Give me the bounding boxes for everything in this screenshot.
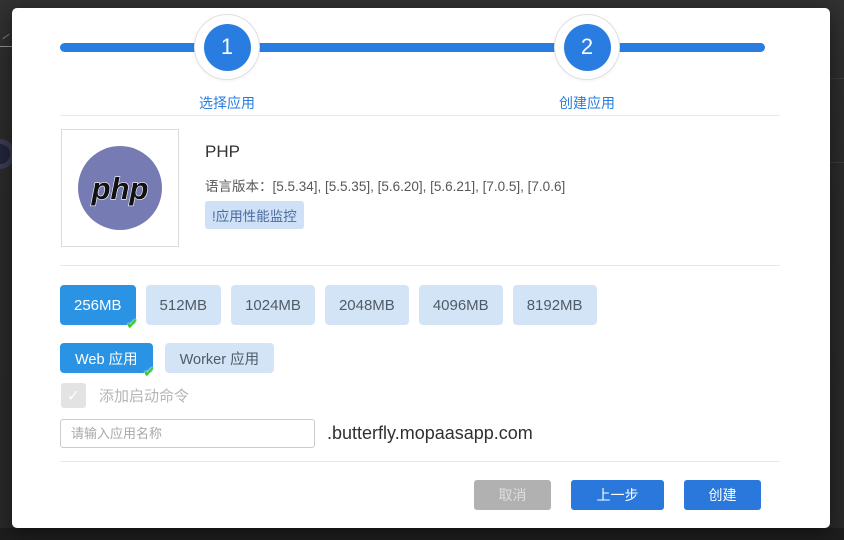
- memory-option-4096mb[interactable]: 4096MB: [418, 285, 503, 325]
- previous-step-button[interactable]: 上一步: [571, 480, 664, 510]
- app-performance-monitor-badge: !应用性能监控: [205, 201, 304, 229]
- selected-check-icon: ✔: [143, 364, 156, 381]
- app-type-label: Worker 应用: [179, 351, 260, 368]
- app-name-input[interactable]: [60, 419, 315, 448]
- memory-option-label: 256MB: [74, 296, 122, 314]
- memory-option-2048mb[interactable]: 2048MB: [324, 285, 409, 325]
- memory-option-label: 1024MB: [245, 296, 301, 314]
- memory-option-8192mb[interactable]: 8192MB: [512, 285, 597, 325]
- php-logo-icon: php: [78, 146, 162, 230]
- startup-command-row: ✓ 添加启动命令: [61, 383, 189, 408]
- background-remnant-line: [830, 78, 844, 79]
- wizard-stepper: 1 2 选择应用 创建应用: [12, 8, 830, 115]
- create-button[interactable]: 创建: [684, 480, 761, 510]
- divider: [60, 115, 780, 116]
- selected-app-card: php: [61, 129, 179, 247]
- memory-option-label: 2048MB: [338, 296, 395, 314]
- memory-option-256mb[interactable]: 256MB ✔: [60, 285, 139, 332]
- step-2-number: 2: [563, 23, 611, 71]
- startup-command-checkbox[interactable]: ✓: [61, 383, 86, 408]
- memory-option-label: 8192MB: [526, 296, 583, 314]
- cancel-button[interactable]: 取消: [474, 480, 551, 510]
- divider: [60, 461, 780, 462]
- step-2-label: 创建应用: [559, 95, 615, 111]
- app-language-versions: 语言版本：[5.5.34], [5.5.35], [5.6.20], [5.6.…: [205, 179, 566, 194]
- dialog-footer: 取消 上一步 创建: [12, 480, 830, 510]
- app-type-option-group: Web 应用 ✔ Worker 应用: [60, 343, 275, 380]
- background-bottom-strip: [0, 528, 844, 540]
- check-icon: ✓: [66, 387, 81, 405]
- memory-option-512mb[interactable]: 512MB: [145, 285, 222, 325]
- create-app-dialog: 1 2 选择应用 创建应用 php PHP 语言版本：[5.5.34], [5.…: [12, 8, 830, 528]
- app-title: PHP: [205, 142, 240, 161]
- stepper-progress-bar: [60, 43, 765, 52]
- memory-option-label: 4096MB: [432, 296, 489, 314]
- svg-text:php: php: [91, 171, 149, 206]
- step-1-label: 选择应用: [199, 95, 255, 111]
- step-1-number: 1: [203, 23, 251, 71]
- selected-check-icon: ✔: [125, 316, 139, 333]
- app-type-web[interactable]: Web 应用 ✔: [60, 343, 156, 380]
- step-2-circle: 2: [554, 14, 620, 80]
- startup-command-label: 添加启动命令: [99, 388, 190, 405]
- app-type-label: Web 应用: [75, 351, 138, 368]
- step-1-circle: 1: [194, 14, 260, 80]
- background-remnant-line: [830, 162, 844, 163]
- app-type-worker[interactable]: Worker 应用: [164, 343, 275, 373]
- memory-option-label: 512MB: [159, 296, 208, 314]
- memory-option-1024mb[interactable]: 1024MB: [231, 285, 315, 325]
- domain-suffix: .butterfly.mopaasapp.com: [327, 423, 533, 443]
- memory-option-group: 256MB ✔ 512MB 1024MB 2048MB 4096MB 8192M…: [60, 285, 597, 332]
- app-name-row: .butterfly.mopaasapp.com: [60, 419, 533, 448]
- divider: [60, 265, 780, 266]
- background-remnant-line: [2, 33, 10, 40]
